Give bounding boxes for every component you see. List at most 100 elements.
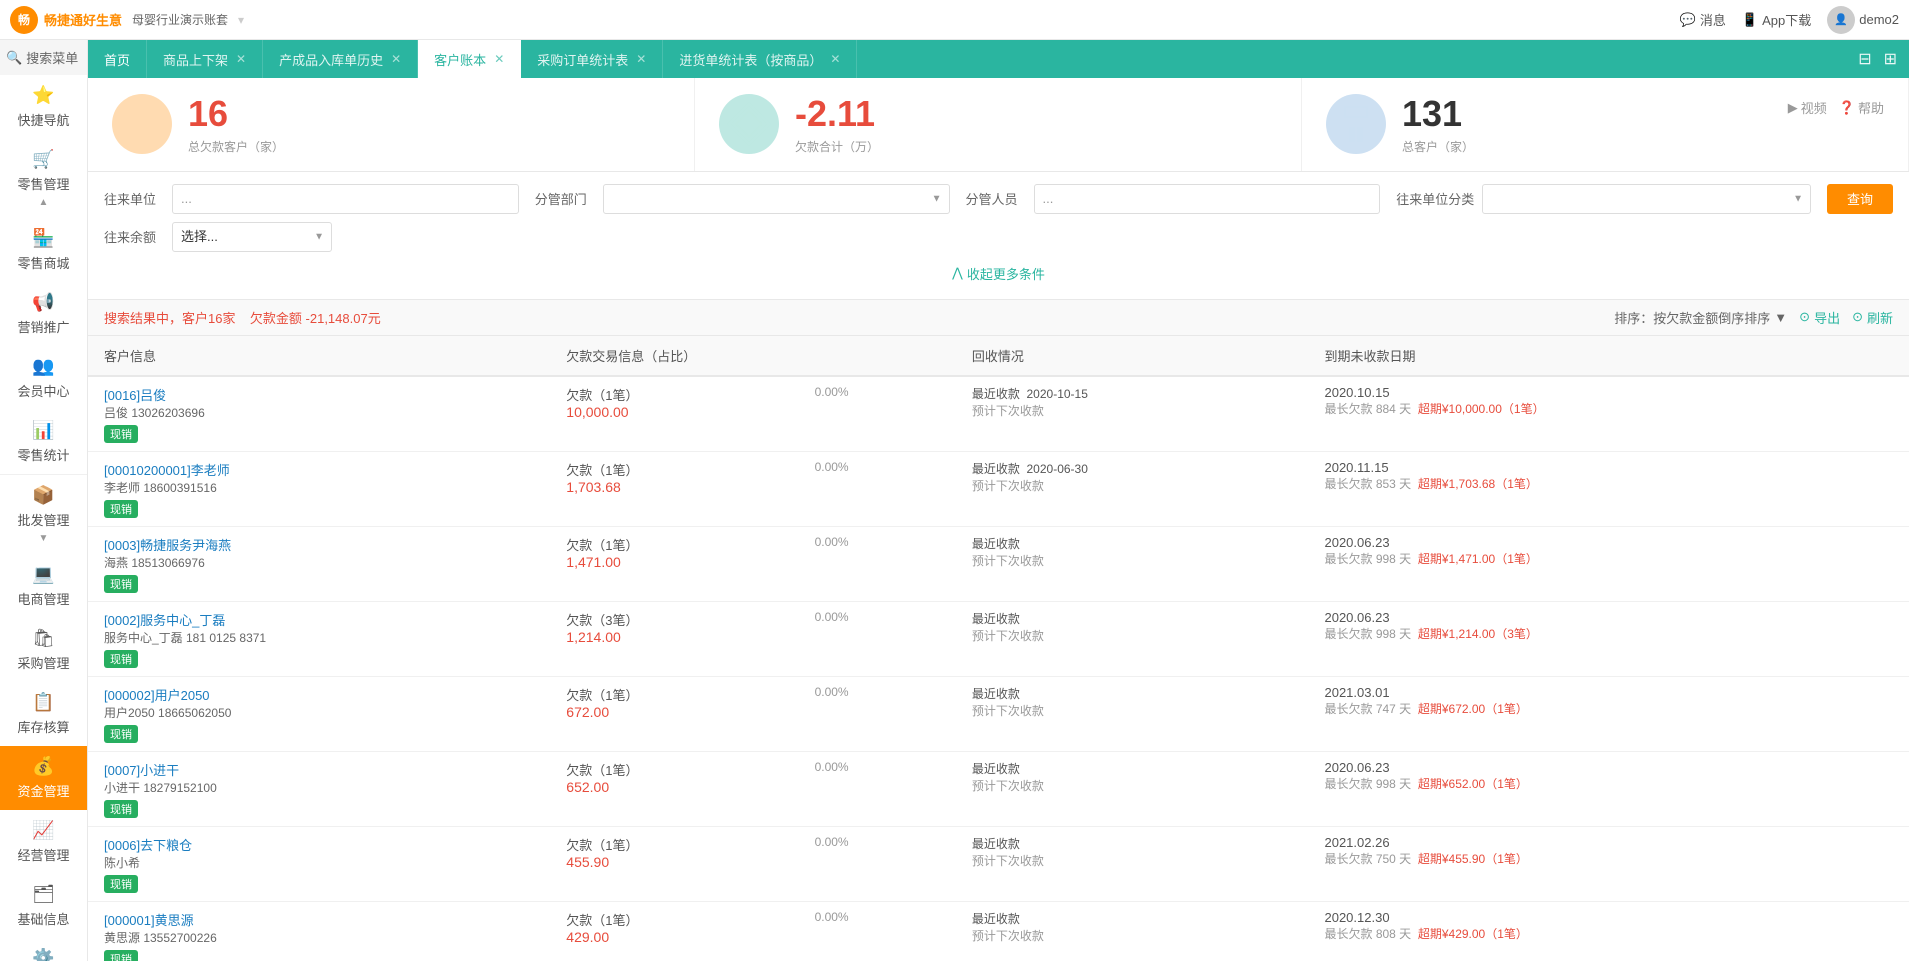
customer-phone: 海燕 18513066976 xyxy=(104,554,534,571)
person-input[interactable]: ... xyxy=(1034,184,1381,214)
batch-icon: 📦 xyxy=(32,485,54,506)
debt-amount[interactable]: 1,471.00 xyxy=(566,554,782,570)
sidebar-item-retail-store[interactable]: 🏪 零售商城 xyxy=(0,218,87,282)
refresh-btn[interactable]: ⊙ 刷新 xyxy=(1852,308,1893,327)
help-btn[interactable]: ❓ 帮助 xyxy=(1839,98,1884,117)
tab-close-icon[interactable]: ✕ xyxy=(494,52,504,66)
sort-btn[interactable]: 排序：按欠款金额倒序排序 ▼ xyxy=(1614,308,1787,327)
sidebar-item-batch-mgmt[interactable]: 📦 批发管理 ▼ xyxy=(0,475,87,554)
sidebar-item-finance[interactable]: 💰 资金管理 xyxy=(0,746,87,810)
search-button[interactable]: 查询 xyxy=(1827,184,1893,214)
table-row: [0006]去下粮仓 陈小希 现销 欠款（1笔） 455.90 0.00% 最近… xyxy=(88,826,1909,901)
debt-amount[interactable]: 429.00 xyxy=(566,929,782,945)
debt-amount[interactable]: 652.00 xyxy=(566,779,782,795)
message-btn[interactable]: 💬 消息 xyxy=(1680,10,1726,29)
tab-product-history[interactable]: 产成品入库单历史 ✕ xyxy=(263,40,418,78)
collapse-btn[interactable]: ⋀ 收起更多条件 xyxy=(104,260,1893,287)
customer-name[interactable]: [0016]吕俊 xyxy=(104,385,534,404)
app-download-btn[interactable]: 📱 App下载 xyxy=(1742,10,1811,29)
balance-label: 往来余额 xyxy=(104,227,164,246)
tab-close-icon[interactable]: ✕ xyxy=(236,52,246,66)
tab-home[interactable]: 首页 xyxy=(88,40,147,78)
category-select-wrap xyxy=(1482,184,1811,214)
arrow-icon: ▲ xyxy=(39,197,49,208)
tab-product-offline[interactable]: 商品上下架 ✕ xyxy=(147,40,263,78)
last-collect: 最近收款 2020-10-15 xyxy=(972,385,1293,402)
filter-area: 往来单位 ... 分管部门 分管人员 ... xyxy=(88,172,1909,300)
svg-text:¥: ¥ xyxy=(138,120,146,135)
sidebar-item-ecommerce[interactable]: 💻 电商管理 xyxy=(0,554,87,618)
debt-amount[interactable]: 1,214.00 xyxy=(566,629,782,645)
sidebar-item-marketing[interactable]: 📢 营销推广 xyxy=(0,282,87,346)
balance-select[interactable]: 选择... xyxy=(172,222,332,252)
stat-label-debt-total: 欠款合计（万） xyxy=(795,138,1277,155)
from-unit-input[interactable]: ... xyxy=(172,184,519,214)
overdue-link[interactable]: 超期¥429.00（1笔） xyxy=(1418,927,1528,941)
customer-name[interactable]: [0003]畅捷服务尹海燕 xyxy=(104,535,534,554)
debt-amount[interactable]: 672.00 xyxy=(566,704,782,720)
overdue-link[interactable]: 超期¥455.90（1笔） xyxy=(1418,852,1528,866)
tab-maximize-icon[interactable]: ⊞ xyxy=(1880,47,1901,71)
col-customer-info: 客户信息 xyxy=(88,336,550,376)
logo-text: 畅捷通好生意 xyxy=(44,10,122,29)
tab-close-icon[interactable]: ✕ xyxy=(636,52,646,66)
sidebar-search[interactable]: 🔍 搜索菜单 xyxy=(0,40,87,75)
customer-tag: 现销 xyxy=(104,575,138,593)
export-btn[interactable]: ⊙ 导出 xyxy=(1799,308,1840,327)
overdue-link[interactable]: 超期¥10,000.00（1笔） xyxy=(1418,402,1545,416)
customer-name[interactable]: [0006]去下粮仓 xyxy=(104,835,534,854)
tab-purchase-order[interactable]: 采购订单统计表 ✕ xyxy=(521,40,663,78)
sidebar-item-system[interactable]: ⚙️ 系统管理 xyxy=(0,938,87,961)
sidebar-item-inventory[interactable]: 📋 库存核算 xyxy=(0,682,87,746)
overdue-link[interactable]: 超期¥1,703.68（1笔） xyxy=(1418,477,1538,491)
search-icon: 🔍 xyxy=(6,50,22,66)
collection-cell: 最近收款 预计下次收款 xyxy=(956,826,1309,901)
last-collect: 最近收款 2020-06-30 xyxy=(972,460,1293,477)
overdue-link[interactable]: 超期¥652.00（1笔） xyxy=(1418,777,1528,791)
sidebar-item-operations[interactable]: 📈 经营管理 xyxy=(0,810,87,874)
sidebar-item-quick-nav[interactable]: ⭐ 快捷导航 xyxy=(0,75,87,139)
collection-cell: 最近收款 2020-06-30 预计下次收款 xyxy=(956,451,1309,526)
collection-cell: 最近收款 2020-10-15 预计下次收款 xyxy=(956,376,1309,452)
sidebar-item-retail-stats[interactable]: 📊 零售统计 xyxy=(0,410,87,474)
next-collect: 预计下次收款 xyxy=(972,477,1293,494)
overdue-link[interactable]: 超期¥1,471.00（1笔） xyxy=(1418,552,1538,566)
filter-from-unit: 往来单位 ... xyxy=(104,184,519,214)
customer-name[interactable]: [00010200001]李老师 xyxy=(104,460,534,479)
next-collect: 预计下次收款 xyxy=(972,777,1293,794)
tab-close-icon[interactable]: ✕ xyxy=(391,52,401,66)
customer-name[interactable]: [0002]服务中心_丁磊 xyxy=(104,610,534,629)
category-select[interactable] xyxy=(1482,184,1811,214)
debt-amount[interactable]: 1,703.68 xyxy=(566,479,782,495)
debt-count: 欠款（1笔） xyxy=(566,385,782,404)
user-menu[interactable]: 👤 demo2 xyxy=(1827,6,1899,34)
sidebar-item-member[interactable]: 👥 会员中心 xyxy=(0,346,87,410)
customer-phone: 黄思源 13552700226 xyxy=(104,929,534,946)
tab-close-icon[interactable]: ✕ xyxy=(830,52,840,66)
debt-amount[interactable]: 455.90 xyxy=(566,854,782,870)
due-date-cell: 2020.06.23 最长欠款 998 天 超期¥1,214.00（3笔） xyxy=(1308,601,1909,676)
stat-card-total-customers: 131 总客户（家） ▶ 视频 ❓ 帮助 xyxy=(1302,78,1909,171)
due-date-cell: 2021.02.26 最长欠款 750 天 超期¥455.90（1笔） xyxy=(1308,826,1909,901)
debt-amount[interactable]: 10,000.00 xyxy=(566,404,782,420)
tab-purchase-stats[interactable]: 进货单统计表（按商品） ✕ xyxy=(663,40,857,78)
sidebar-item-retail-mgmt[interactable]: 🛒 零售管理 ▲ xyxy=(0,139,87,218)
sidebar-item-basic-info[interactable]: 🗂 基础信息 xyxy=(0,874,87,938)
customer-name[interactable]: [0007]小进干 xyxy=(104,760,534,779)
customer-name[interactable]: [000002]用户2050 xyxy=(104,685,534,704)
video-btn[interactable]: ▶ 视频 xyxy=(1788,98,1827,117)
sidebar-item-purchase[interactable]: 🛍 采购管理 xyxy=(0,618,87,682)
due-date: 2020.12.30 xyxy=(1324,910,1893,925)
debt-count: 欠款（1笔） xyxy=(566,685,782,704)
tab-collapse-icon[interactable]: ⊟ xyxy=(1854,47,1875,71)
overdue-link[interactable]: 超期¥672.00（1笔） xyxy=(1418,702,1528,716)
tab-customer-account[interactable]: 客户账本 ✕ xyxy=(418,40,521,78)
customer-name[interactable]: [000001]黄思源 xyxy=(104,910,534,929)
due-date-cell: 2020.10.15 最长欠款 884 天 超期¥10,000.00（1笔） xyxy=(1308,376,1909,452)
overdue-link[interactable]: 超期¥1,214.00（3笔） xyxy=(1418,627,1538,641)
debt-info-cell: 欠款（1笔） 429.00 xyxy=(550,901,798,961)
last-collect: 最近收款 xyxy=(972,535,1293,552)
debt-pct: 0.00% xyxy=(815,760,940,774)
dept-select[interactable] xyxy=(603,184,950,214)
customer-table: 客户信息 欠款交易信息（占比） 回收情况 到期未收款日期 [0016]吕俊 吕俊… xyxy=(88,336,1909,961)
